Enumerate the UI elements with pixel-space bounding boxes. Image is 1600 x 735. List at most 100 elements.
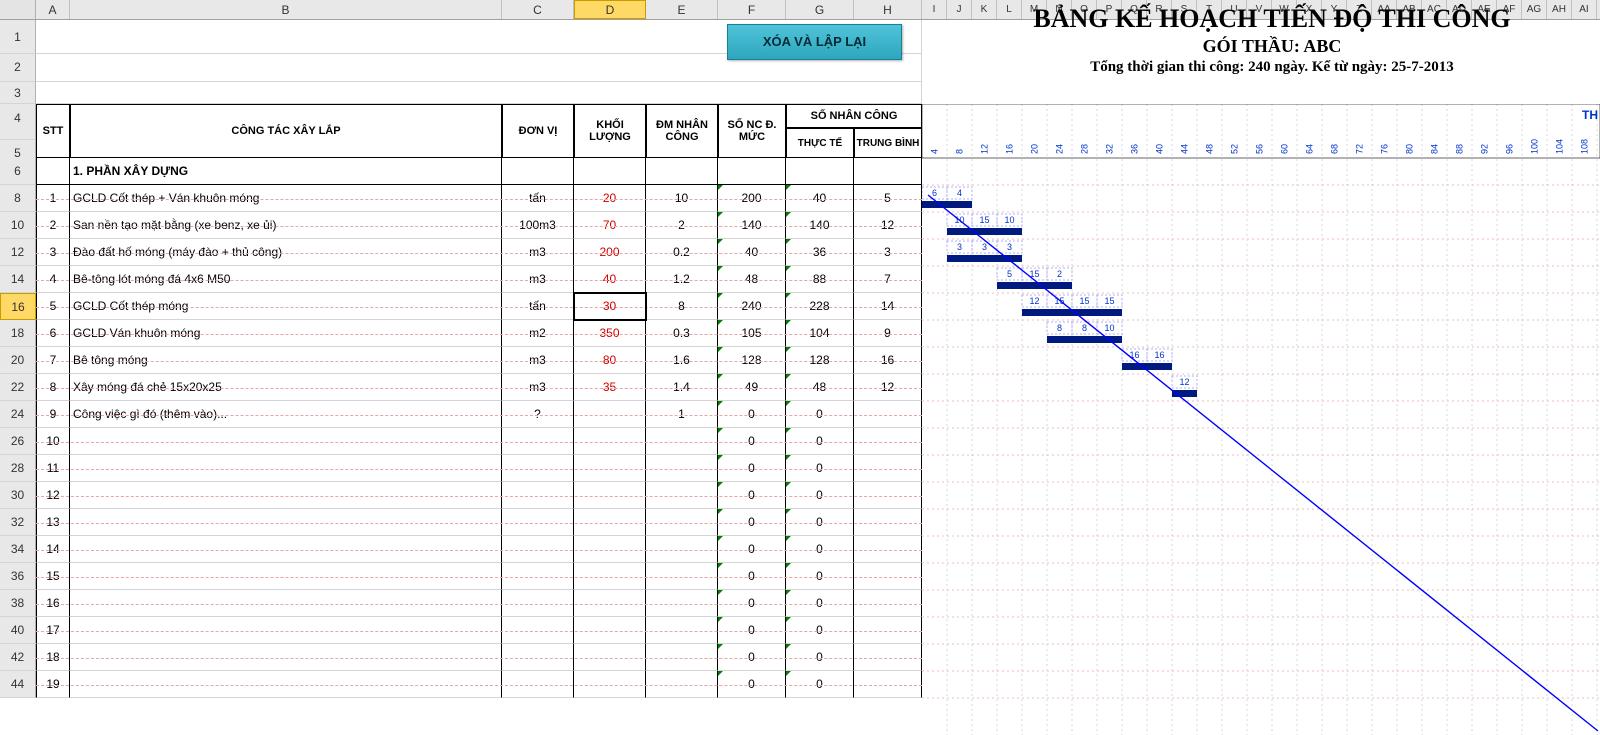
row-header[interactable]: 4 xyxy=(0,104,36,140)
cell-task-name[interactable] xyxy=(70,482,502,509)
cell-actual[interactable]: 36 xyxy=(786,239,854,266)
cell-stt[interactable]: 15 xyxy=(36,563,70,590)
cell-qty[interactable] xyxy=(574,482,646,509)
cell-unit[interactable]: m2 xyxy=(502,320,574,347)
row-header[interactable]: 10 xyxy=(0,212,36,239)
cell-ncdm[interactable]: 40 xyxy=(718,239,786,266)
cell-avg[interactable] xyxy=(854,482,922,509)
row-header[interactable]: 42 xyxy=(0,644,36,671)
row-header[interactable]: 2 xyxy=(0,54,36,82)
cell-task-name[interactable] xyxy=(70,509,502,536)
cell[interactable] xyxy=(36,158,70,185)
cell-task-name[interactable] xyxy=(70,536,502,563)
cell-unit[interactable] xyxy=(502,671,574,698)
cell-stt[interactable]: 19 xyxy=(36,671,70,698)
cell-ncdm[interactable]: 105 xyxy=(718,320,786,347)
row-header[interactable]: 40 xyxy=(0,617,36,644)
clear-and-reset-button[interactable]: XÓA VÀ LẬP LẠI xyxy=(727,24,902,60)
cell-task-name[interactable] xyxy=(70,671,502,698)
cell-ncdm[interactable]: 0 xyxy=(718,617,786,644)
cell-qty[interactable] xyxy=(574,536,646,563)
col-header-E[interactable]: E xyxy=(646,0,718,19)
row-header[interactable]: 6 xyxy=(0,158,36,185)
cell-actual[interactable]: 140 xyxy=(786,212,854,239)
row-header[interactable]: 1 xyxy=(0,20,36,54)
cell-norm[interactable] xyxy=(646,617,718,644)
cell-unit[interactable]: m3 xyxy=(502,347,574,374)
cell-unit[interactable] xyxy=(502,482,574,509)
cell-norm[interactable] xyxy=(646,455,718,482)
col-header-A[interactable]: A xyxy=(36,0,70,19)
cell-ncdm[interactable]: 128 xyxy=(718,347,786,374)
cell-unit[interactable] xyxy=(502,644,574,671)
cell-avg[interactable] xyxy=(854,671,922,698)
cell-avg[interactable]: 7 xyxy=(854,266,922,293)
cell-actual[interactable]: 40 xyxy=(786,185,854,212)
cell-task-name[interactable]: GCLD Ván khuôn móng xyxy=(70,320,502,347)
cell-avg[interactable] xyxy=(854,401,922,428)
col-header-I[interactable]: I xyxy=(922,0,947,19)
col-header-AI[interactable]: AI xyxy=(1572,0,1597,19)
cell-avg[interactable] xyxy=(854,590,922,617)
cell-qty[interactable] xyxy=(574,563,646,590)
row-header[interactable]: 12 xyxy=(0,239,36,266)
cell-ncdm[interactable]: 0 xyxy=(718,536,786,563)
col-header-Z[interactable]: Z xyxy=(1347,0,1372,19)
cell-stt[interactable]: 10 xyxy=(36,428,70,455)
cell-actual[interactable]: 0 xyxy=(786,644,854,671)
row-header[interactable]: 8 xyxy=(0,185,36,212)
cell-actual[interactable]: 0 xyxy=(786,536,854,563)
row-header[interactable]: 36 xyxy=(0,563,36,590)
cell-norm[interactable]: 1.4 xyxy=(646,374,718,401)
cell-actual[interactable]: 0 xyxy=(786,509,854,536)
col-header-V[interactable]: V xyxy=(1247,0,1272,19)
cell-avg[interactable]: 12 xyxy=(854,374,922,401)
cell-avg[interactable] xyxy=(854,509,922,536)
cell-qty[interactable]: 30 xyxy=(574,293,646,320)
cell-ncdm[interactable]: 240 xyxy=(718,293,786,320)
cell-norm[interactable] xyxy=(646,428,718,455)
cell-qty[interactable] xyxy=(574,590,646,617)
row-header[interactable]: 24 xyxy=(0,401,36,428)
cell-stt[interactable]: 4 xyxy=(36,266,70,293)
cell-qty[interactable] xyxy=(574,644,646,671)
cell-task-name[interactable]: Công việc gì đó (thêm vào)... xyxy=(70,401,502,428)
cell-unit[interactable]: ? xyxy=(502,401,574,428)
cell-avg[interactable] xyxy=(854,563,922,590)
cell[interactable] xyxy=(786,158,854,185)
cell-norm[interactable]: 8 xyxy=(646,293,718,320)
cell-qty[interactable]: 40 xyxy=(574,266,646,293)
cell-stt[interactable]: 5 xyxy=(36,293,70,320)
col-header-K[interactable]: K xyxy=(972,0,997,19)
cell-task-name[interactable] xyxy=(70,563,502,590)
cell-stt[interactable]: 18 xyxy=(36,644,70,671)
cell-unit[interactable] xyxy=(502,509,574,536)
col-header-D[interactable]: D xyxy=(574,0,646,19)
col-header-N[interactable]: N xyxy=(1047,0,1072,19)
cell-avg[interactable]: 14 xyxy=(854,293,922,320)
cell-unit[interactable]: tấn xyxy=(502,185,574,212)
cell-stt[interactable]: 6 xyxy=(36,320,70,347)
cell-stt[interactable]: 12 xyxy=(36,482,70,509)
cell-unit[interactable] xyxy=(502,617,574,644)
cell-ncdm[interactable]: 200 xyxy=(718,185,786,212)
cell-task-name[interactable]: San nền tạo mặt bằng (xe benz, xe ủi) xyxy=(70,212,502,239)
cell[interactable] xyxy=(502,158,574,185)
cell-ncdm[interactable]: 48 xyxy=(718,266,786,293)
cell-unit[interactable]: tấn xyxy=(502,293,574,320)
cell-task-name[interactable] xyxy=(70,617,502,644)
col-header-AC[interactable]: AC xyxy=(1422,0,1447,19)
cell-unit[interactable]: m3 xyxy=(502,266,574,293)
cell-ncdm[interactable]: 0 xyxy=(718,455,786,482)
cell-task-name[interactable] xyxy=(70,590,502,617)
cell-ncdm[interactable]: 0 xyxy=(718,401,786,428)
cell-actual[interactable]: 228 xyxy=(786,293,854,320)
cell-norm[interactable] xyxy=(646,590,718,617)
cell-unit[interactable] xyxy=(502,536,574,563)
cell-unit[interactable] xyxy=(502,563,574,590)
row-header[interactable]: 20 xyxy=(0,347,36,374)
cell-actual[interactable]: 0 xyxy=(786,482,854,509)
cell[interactable] xyxy=(854,158,922,185)
col-header-AF[interactable]: AF xyxy=(1497,0,1522,19)
row-header[interactable]: 14 xyxy=(0,266,36,293)
